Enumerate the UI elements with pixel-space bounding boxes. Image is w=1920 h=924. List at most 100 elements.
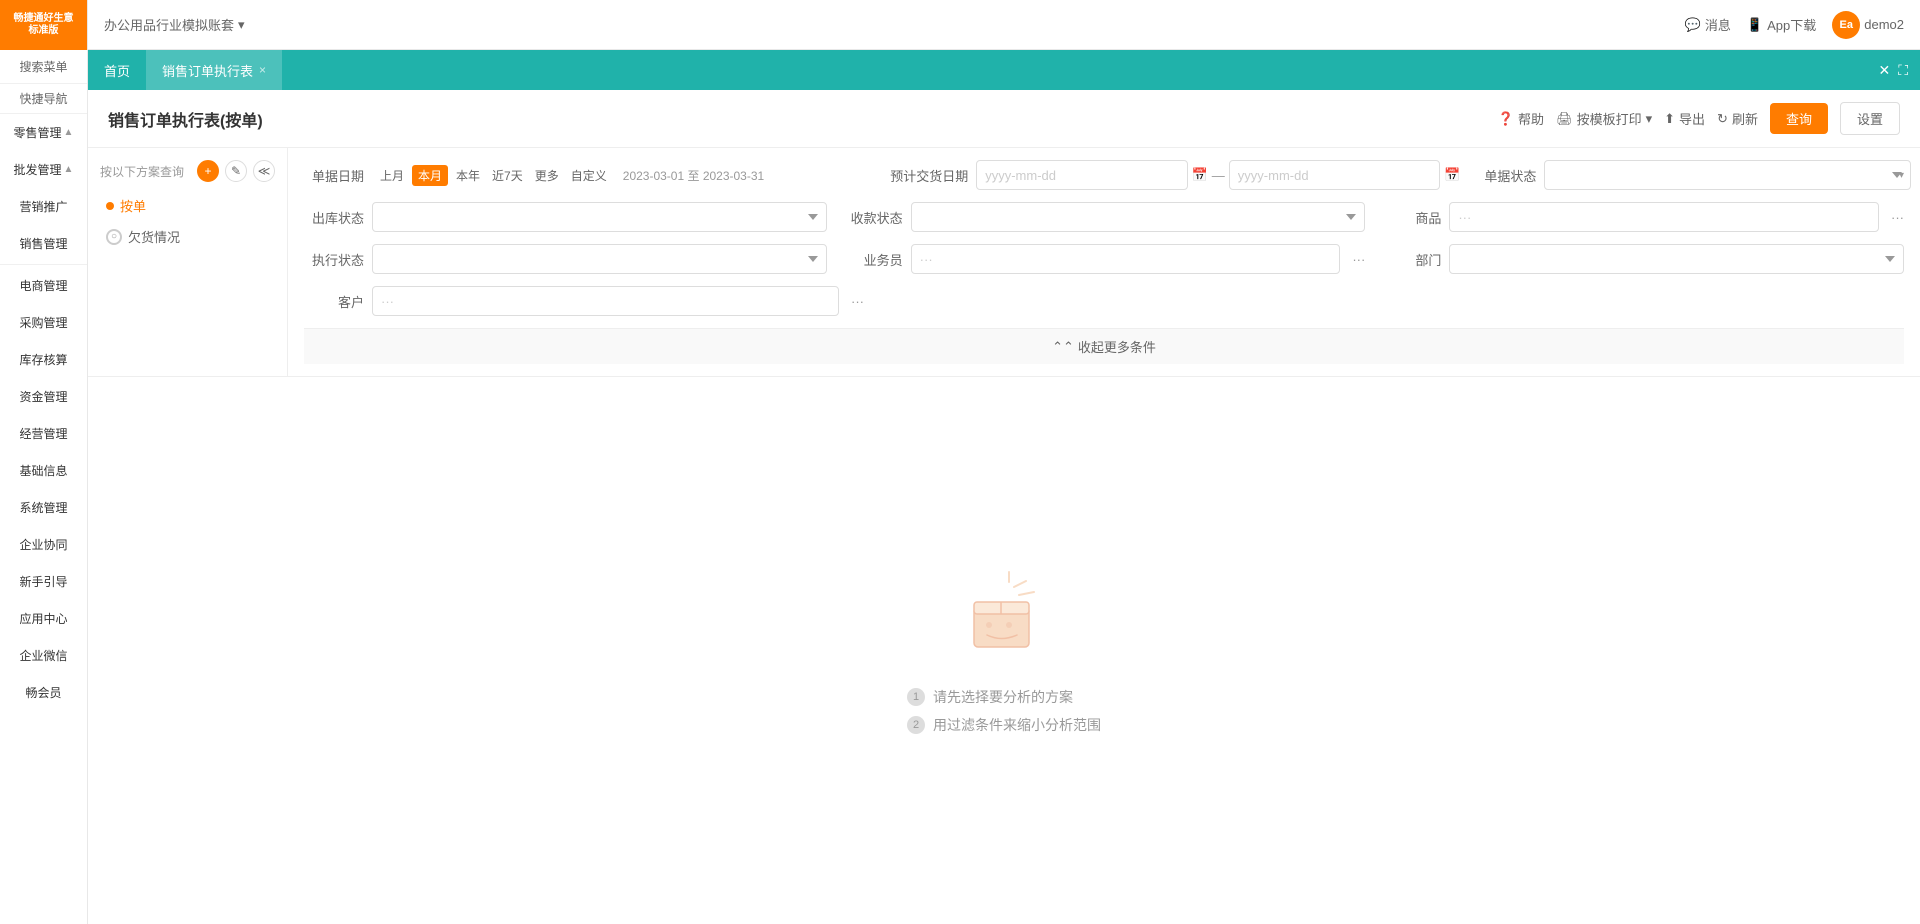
export-icon: ⬆ bbox=[1664, 111, 1675, 127]
quick-nav[interactable]: 快捷导航 bbox=[0, 84, 87, 114]
sidebar-item-sales[interactable]: 销售管理 bbox=[0, 225, 87, 262]
sidebar-item-wholesale[interactable]: 批发管理 ▲ bbox=[0, 151, 87, 188]
page-header: 销售订单执行表(按单) ❓ 帮助 🖨 按模板打印 ▾ ⬆ 导出 ↻ 刷新 bbox=[88, 90, 1920, 148]
filter-sidebar-title: 按以下方案查询 + ✎ ≪ bbox=[100, 160, 275, 182]
sidebar-item-marketing[interactable]: 营销推广 bbox=[0, 188, 87, 225]
page-actions: ❓ 帮助 🖨 按模板打印 ▾ ⬆ 导出 ↻ 刷新 查询 设置 bbox=[1498, 102, 1900, 135]
date-tab-7days[interactable]: 近7天 bbox=[488, 165, 527, 186]
add-filter-button[interactable]: + bbox=[197, 160, 219, 182]
search-row-3: 执行状态 业务员 ··· 部门 bbox=[304, 244, 1904, 274]
expected-date-start-input[interactable] bbox=[976, 160, 1187, 190]
dept-select[interactable] bbox=[1449, 244, 1904, 274]
expected-date-end-input[interactable] bbox=[1229, 160, 1440, 190]
sidebar-item-retail[interactable]: 零售管理 ▲ bbox=[0, 114, 87, 151]
date-tab-custom[interactable]: 自定义 bbox=[567, 165, 611, 186]
print-chevron-icon: ▾ bbox=[1646, 111, 1653, 127]
sidebar: 畅捷通好生意 标准版 搜索菜单 快捷导航 零售管理 ▲ 批发管理 ▲ 营销推广 … bbox=[0, 0, 88, 924]
expected-date-field: 预计交货日期 📅 — 📅 bbox=[890, 160, 1460, 190]
tab-sales-exec[interactable]: 销售订单执行表 × bbox=[146, 50, 282, 90]
exec-status-select[interactable] bbox=[372, 244, 827, 274]
sidebar-item-vip[interactable]: 畅会员 bbox=[0, 674, 87, 711]
print-icon: 🖨 bbox=[1556, 111, 1573, 127]
user-profile[interactable]: Ea demo2 bbox=[1832, 11, 1904, 39]
customer-more-icon[interactable]: ··· bbox=[851, 294, 864, 309]
export-button[interactable]: ⬆ 导出 bbox=[1664, 109, 1705, 128]
sidebar-item-purchase[interactable]: 采购管理 bbox=[0, 304, 87, 341]
salesman-field: 业务员 ··· bbox=[843, 244, 1366, 274]
sidebar-item-enterprise[interactable]: 企业协同 bbox=[0, 526, 87, 563]
page-title: 销售订单执行表(按单) bbox=[108, 107, 263, 131]
date-field: 单据日期 上月 本月 本年 近7天 更多 自定义 2023-03-01 至 20… bbox=[304, 165, 874, 186]
date-tab-this-year[interactable]: 本年 bbox=[452, 165, 484, 186]
dept-field: 部门 bbox=[1381, 244, 1904, 274]
refresh-button[interactable]: ↻ 刷新 bbox=[1717, 109, 1758, 128]
date-tab-last-month[interactable]: 上月 bbox=[376, 165, 408, 186]
customer-input[interactable] bbox=[372, 286, 839, 316]
app-logo[interactable]: 畅捷通好生意 标准版 bbox=[0, 0, 87, 50]
filter-option-by-order[interactable]: 按单 bbox=[100, 190, 275, 221]
tip-text-1: 请先选择要分析的方案 bbox=[933, 687, 1073, 707]
sidebar-item-system[interactable]: 系统管理 bbox=[0, 489, 87, 526]
retail-expand-icon: ▲ bbox=[64, 127, 74, 138]
message-label: 消息 bbox=[1705, 15, 1731, 34]
search-menu[interactable]: 搜索菜单 bbox=[0, 50, 87, 84]
sidebar-item-operation[interactable]: 经营管理 bbox=[0, 415, 87, 452]
tabbar: 首页 销售订单执行表 × ✕ ⛶ bbox=[88, 50, 1920, 90]
status-label: 单据状态 bbox=[1476, 166, 1536, 185]
filter-option-circle: ○ bbox=[106, 229, 122, 245]
sidebar-item-ecommerce[interactable]: 电商管理 bbox=[0, 267, 87, 304]
sidebar-item-newbie[interactable]: 新手引导 bbox=[0, 563, 87, 600]
collapse-filter-button[interactable]: ≪ bbox=[253, 160, 275, 182]
salesman-input[interactable] bbox=[911, 244, 1341, 274]
print-button[interactable]: 🖨 按模板打印 ▾ bbox=[1556, 109, 1652, 128]
edit-filter-button[interactable]: ✎ bbox=[225, 160, 247, 182]
tab-home[interactable]: 首页 bbox=[88, 50, 146, 90]
empty-tip-1: 1 请先选择要分析的方案 bbox=[907, 687, 1101, 707]
filter-option-by-debt[interactable]: ○ 欠货情况 bbox=[100, 221, 275, 252]
message-button[interactable]: 💬 消息 bbox=[1685, 15, 1731, 34]
breadcrumb-dropdown[interactable]: 办公用品行业模拟账套 ▾ bbox=[104, 15, 245, 34]
query-button[interactable]: 查询 bbox=[1770, 103, 1828, 134]
help-button[interactable]: ❓ 帮助 bbox=[1498, 109, 1544, 128]
goods-field: 商品 ··· bbox=[1381, 202, 1904, 232]
empty-tips: 1 请先选择要分析的方案 2 用过滤条件来缩小分析范围 bbox=[907, 687, 1101, 735]
logo-subtext: 标准版 bbox=[29, 25, 59, 37]
delivery-status-select[interactable] bbox=[372, 202, 827, 232]
wholesale-expand-icon: ▲ bbox=[64, 164, 74, 175]
sidebar-item-inventory[interactable]: 库存核算 bbox=[0, 341, 87, 378]
topbar: 办公用品行业模拟账套 ▾ 💬 消息 📱 App下载 Ea demo2 bbox=[88, 0, 1920, 50]
refresh-label: 刷新 bbox=[1732, 109, 1758, 128]
salesman-more-icon[interactable]: ··· bbox=[1352, 252, 1365, 267]
settings-button[interactable]: 设置 bbox=[1840, 102, 1900, 135]
breadcrumb-text: 办公用品行业模拟账套 bbox=[104, 15, 234, 34]
download-icon: 📱 bbox=[1747, 17, 1763, 33]
tip-num-1: 1 bbox=[907, 688, 925, 706]
filter-sidebar: 按以下方案查询 + ✎ ≪ 按单 ○ 欠货情况 bbox=[88, 148, 288, 376]
tab-close-icon[interactable]: × bbox=[259, 63, 266, 77]
app-download-button[interactable]: 📱 App下载 bbox=[1747, 15, 1816, 34]
sidebar-item-wechat[interactable]: 企业微信 bbox=[0, 637, 87, 674]
collapse-button[interactable]: ⌃⌃ 收起更多条件 bbox=[304, 328, 1904, 364]
date-tabs: 上月 本月 本年 近7天 更多 自定义 bbox=[376, 165, 611, 186]
sidebar-item-basic[interactable]: 基础信息 bbox=[0, 452, 87, 489]
goods-input[interactable] bbox=[1449, 202, 1879, 232]
window-expand-icon[interactable]: ⛶ bbox=[1898, 62, 1908, 79]
date-tab-more[interactable]: 更多 bbox=[531, 165, 563, 186]
date-tab-this-month[interactable]: 本月 bbox=[412, 165, 448, 186]
topbar-left: 办公用品行业模拟账套 ▾ bbox=[104, 15, 245, 34]
payment-status-select[interactable] bbox=[911, 202, 1366, 232]
window-close-icon[interactable]: ✕ bbox=[1878, 62, 1890, 79]
search-row-2: 出库状态 收款状态 商品 bbox=[304, 202, 1904, 232]
empty-tip-2: 2 用过滤条件来缩小分析范围 bbox=[907, 715, 1101, 735]
calendar-icon-end[interactable]: 📅 bbox=[1444, 167, 1460, 183]
status-select[interactable] bbox=[1544, 160, 1911, 190]
payment-status-field: 收款状态 bbox=[843, 202, 1366, 232]
sidebar-item-appstore[interactable]: 应用中心 bbox=[0, 600, 87, 637]
sidebar-item-finance[interactable]: 资金管理 bbox=[0, 378, 87, 415]
goods-more-icon[interactable]: ··· bbox=[1891, 210, 1904, 225]
tab-home-label: 首页 bbox=[104, 61, 130, 80]
calendar-icon-start[interactable]: 📅 bbox=[1192, 167, 1208, 183]
help-icon: ❓ bbox=[1498, 111, 1514, 127]
breadcrumb-chevron-icon: ▾ bbox=[238, 17, 245, 33]
content-area: 销售订单执行表(按单) ❓ 帮助 🖨 按模板打印 ▾ ⬆ 导出 ↻ 刷新 bbox=[88, 90, 1920, 924]
